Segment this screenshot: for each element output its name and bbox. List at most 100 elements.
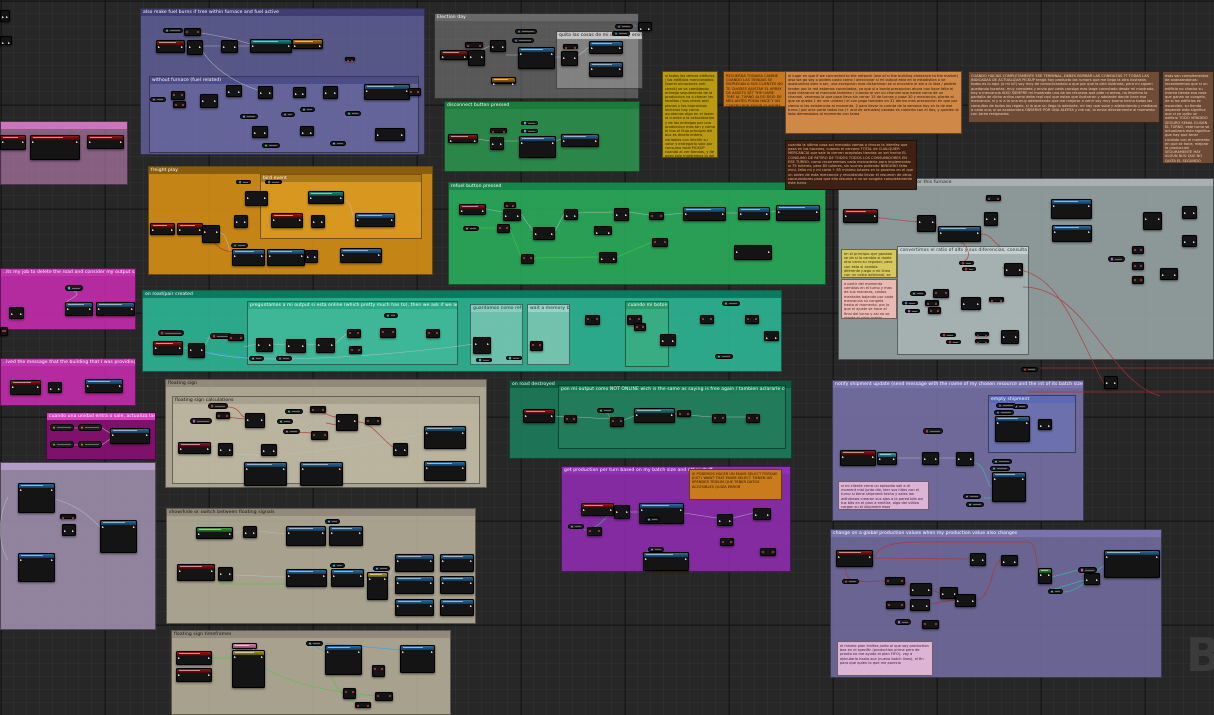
graph-node[interactable] [0, 36, 12, 45]
graph-node[interactable] [599, 252, 617, 263]
graph-node[interactable] [261, 444, 277, 456]
graph-node[interactable] [1132, 246, 1144, 254]
variable-pill-node[interactable] [615, 24, 633, 29]
graph-node[interactable] [518, 47, 555, 69]
graph-node[interactable] [292, 39, 323, 49]
graph-node[interactable] [491, 77, 516, 84]
graph-node[interactable] [448, 134, 478, 143]
variable-pill-node[interactable] [262, 143, 280, 148]
graph-node[interactable] [928, 307, 941, 314]
variable-pill-node[interactable] [65, 285, 83, 291]
graph-node[interactable] [490, 40, 506, 52]
graph-node[interactable] [311, 431, 328, 440]
graph-node[interactable] [490, 137, 504, 150]
variable-pill-node[interactable] [276, 356, 292, 361]
variable-pill-node[interactable] [384, 313, 398, 318]
graph-node[interactable] [176, 651, 212, 665]
graph-node[interactable] [228, 334, 244, 341]
graph-node[interactable] [564, 209, 578, 220]
graph-node[interactable] [150, 223, 175, 235]
variable-pill-node[interactable] [992, 459, 1012, 464]
graph-node[interactable] [375, 692, 393, 701]
variable-pill-node[interactable] [265, 180, 282, 184]
graph-node[interactable] [473, 337, 491, 354]
graph-node[interactable] [400, 645, 435, 673]
graph-node[interactable] [218, 567, 233, 581]
graph-node[interactable] [250, 39, 292, 53]
variable-pill-node[interactable] [645, 517, 660, 522]
graph-node[interactable] [614, 505, 630, 519]
graph-node[interactable] [1084, 573, 1100, 585]
variable-pill-node[interactable] [963, 494, 981, 499]
graph-node[interactable] [243, 526, 257, 538]
graph-node[interactable] [956, 452, 974, 466]
graph-node[interactable] [961, 297, 981, 310]
graph-node[interactable] [995, 416, 1030, 442]
graph-node[interactable] [877, 452, 897, 465]
graph-node[interactable] [984, 212, 998, 226]
graph-node[interactable] [329, 526, 363, 546]
graph-node[interactable] [989, 297, 1004, 303]
graph-node[interactable] [561, 51, 578, 66]
graph-node[interactable] [587, 527, 602, 536]
graph-node[interactable] [760, 548, 776, 556]
graph-node[interactable] [184, 28, 201, 36]
variable-pill-node[interactable] [1021, 367, 1038, 372]
graph-node[interactable] [395, 576, 434, 594]
graph-node[interactable] [634, 323, 646, 331]
variable-pill-node[interactable] [722, 301, 740, 306]
graph-node[interactable] [992, 472, 1026, 502]
graph-node[interactable] [188, 343, 205, 358]
graph-node[interactable] [589, 62, 623, 77]
graph-node[interactable] [917, 215, 936, 232]
graph-node[interactable] [60, 514, 76, 520]
graph-node[interactable] [700, 315, 714, 324]
variable-pill-node[interactable] [506, 356, 522, 360]
variable-pill-node[interactable] [373, 566, 390, 571]
graph-node[interactable] [0, 135, 26, 150]
graph-node[interactable] [375, 128, 405, 141]
graph-node[interactable] [649, 212, 664, 220]
graph-node[interactable] [100, 520, 137, 553]
graph-node[interactable] [836, 550, 873, 567]
graph-node[interactable] [177, 223, 203, 235]
graph-node[interactable] [955, 594, 976, 607]
variable-pill-node[interactable] [300, 107, 315, 112]
graph-node[interactable] [258, 86, 273, 99]
graph-node[interactable] [256, 338, 273, 352]
variable-pill-node[interactable] [568, 524, 584, 529]
graph-node[interactable] [734, 245, 772, 260]
variable-pill-node[interactable] [150, 97, 166, 102]
graph-node[interactable] [10, 380, 41, 395]
graph-node[interactable] [232, 650, 265, 688]
graph-node[interactable] [885, 577, 905, 585]
graph-node[interactable] [745, 315, 759, 324]
graph-node[interactable] [523, 409, 555, 423]
graph-node[interactable] [561, 134, 599, 147]
graph-node[interactable] [1132, 276, 1144, 284]
variable-pill-node[interactable] [50, 441, 74, 448]
variable-pill-node[interactable] [208, 403, 228, 409]
graph-node[interactable] [364, 84, 410, 100]
graph-node[interactable] [245, 413, 265, 428]
variable-pill-node[interactable] [330, 141, 346, 146]
variable-pill-node[interactable] [962, 267, 976, 271]
graph-node[interactable] [938, 226, 981, 242]
graph-node[interactable] [9, 307, 24, 319]
graph-node[interactable] [490, 128, 507, 134]
graph-node[interactable] [840, 450, 876, 466]
graph-node[interactable] [424, 426, 466, 449]
variable-pill-node[interactable] [306, 641, 323, 646]
graph-node[interactable] [933, 289, 949, 298]
variable-pill-node[interactable] [910, 291, 926, 296]
graph-node[interactable] [367, 572, 388, 600]
graph-node[interactable] [286, 569, 327, 587]
variable-pill-node[interactable] [1048, 589, 1063, 594]
graph-node[interactable] [975, 339, 989, 345]
variable-pill-node[interactable] [1108, 256, 1125, 262]
graph-node[interactable] [1160, 268, 1178, 280]
variable-pill-node[interactable] [240, 114, 258, 119]
graph-node[interactable] [922, 452, 939, 465]
graph-node[interactable] [746, 414, 760, 423]
graph-node[interactable] [0, 327, 8, 336]
